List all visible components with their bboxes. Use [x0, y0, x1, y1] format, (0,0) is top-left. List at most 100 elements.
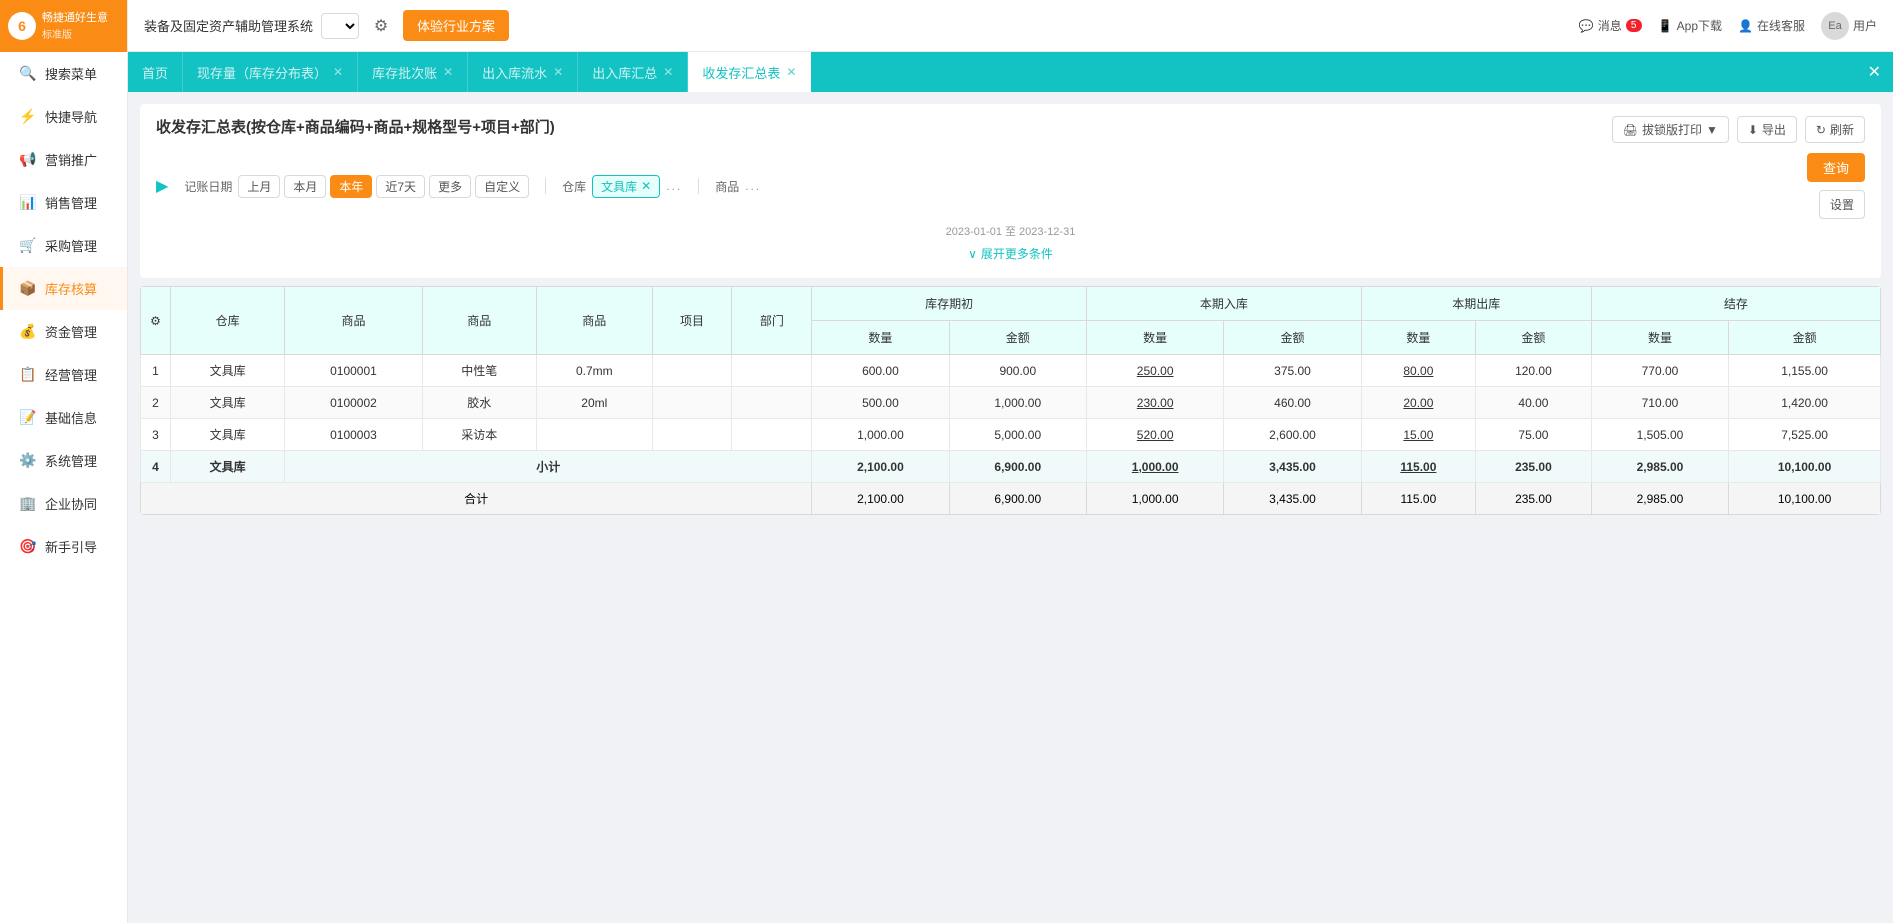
tab-receipt-summary[interactable]: 收发存汇总表 ✕ [688, 52, 811, 92]
warehouse-filter-label: 仓库 [562, 178, 586, 195]
table-settings-header[interactable]: ⚙ [141, 287, 171, 355]
sidebar-item-purchase[interactable]: 🛒 采购管理 [0, 224, 127, 267]
row-in-qty[interactable]: 520.00 [1086, 419, 1223, 451]
app-download-button[interactable]: 📱 App下载 [1658, 17, 1722, 34]
sidebar-item-guide[interactable]: 🎯 新手引导 [0, 525, 127, 568]
row-warehouse: 文具库 [171, 387, 285, 419]
table-header-dept: 部门 [732, 287, 812, 355]
data-table: ⚙ 仓库 商品 商品 商品 项目 部门 库存期初 本期入库 本期出库 结存 数量 [140, 286, 1881, 515]
sidebar-item-finance[interactable]: 💰 资金管理 [0, 310, 127, 353]
sidebar-logo: 6 畅捷通好生意 标准版 [0, 0, 127, 52]
goods-filter-group: 商品 ... [715, 178, 761, 195]
sidebar-item-label: 系统管理 [45, 451, 97, 470]
row-in-qty[interactable]: 250.00 [1086, 355, 1223, 387]
date-btn-this-month[interactable]: 本月 [284, 175, 326, 198]
refresh-button[interactable]: ↻ 刷新 [1805, 116, 1865, 143]
row-out-qty[interactable]: 20.00 [1361, 387, 1475, 419]
date-filter-group: 记账日期 上月 本月 本年 近7天 更多 自定义 [184, 175, 529, 198]
sidebar-item-inventory[interactable]: 📦 库存核算 [0, 267, 127, 310]
tab-home-label: 首页 [142, 63, 168, 82]
sidebar-item-enterprise[interactable]: 🏢 企业协同 [0, 482, 127, 525]
refresh-label: 刷新 [1830, 121, 1854, 138]
gear-button[interactable]: ⚙ [367, 12, 395, 40]
subtotal-open-qty: 2,100.00 [812, 451, 949, 483]
table-row: 2 文具库 0100002 胶水 20ml 500.00 1,000.00 23… [141, 387, 1881, 419]
filter-arrow[interactable]: ▶ [156, 176, 168, 196]
row-open-amt: 1,000.00 [949, 387, 1086, 419]
table-subheader-bal-amt: 金额 [1729, 321, 1881, 355]
row-name: 采访本 [422, 419, 536, 451]
tab-batch-close[interactable]: ✕ [443, 65, 453, 79]
row-project [652, 419, 732, 451]
date-btn-last-month[interactable]: 上月 [238, 175, 280, 198]
warehouse-tag-close[interactable]: ✕ [641, 179, 651, 193]
message-label: 消息 [1598, 17, 1622, 34]
trial-button[interactable]: 体验行业方案 [403, 10, 509, 41]
row-out-amt: 40.00 [1476, 387, 1592, 419]
table-subheader-out-qty: 数量 [1361, 321, 1475, 355]
tab-summary[interactable]: 出入库汇总 ✕ [578, 52, 688, 92]
tab-summary-close[interactable]: ✕ [663, 65, 673, 79]
table-subheader-open-qty: 数量 [812, 321, 949, 355]
set-button[interactable]: 设置 [1819, 190, 1865, 219]
user-menu[interactable]: Ea 用户 [1821, 12, 1877, 40]
goods-more-dots[interactable]: ... [745, 179, 761, 193]
subtotal-out-qty[interactable]: 115.00 [1361, 451, 1475, 483]
sidebar-item-search[interactable]: 🔍 搜索菜单 [0, 52, 127, 95]
expand-filter-button[interactable]: ∨ 展开更多条件 [968, 245, 1053, 262]
tab-flow[interactable]: 出入库流水 ✕ [468, 52, 578, 92]
system-dropdown[interactable] [321, 13, 359, 39]
sidebar-item-operation[interactable]: 📋 经营管理 [0, 353, 127, 396]
total-open-qty: 2,100.00 [812, 483, 949, 515]
print-button[interactable]: 🖨 拔锁版打印 ▼ [1612, 116, 1729, 143]
table-header-project: 项目 [652, 287, 732, 355]
row-in-qty[interactable]: 230.00 [1086, 387, 1223, 419]
table-subheader-open-amt: 金额 [949, 321, 1086, 355]
table-subheader-bal-qty: 数量 [1591, 321, 1728, 355]
sidebar-item-system[interactable]: ⚙️ 系统管理 [0, 439, 127, 482]
topbar: 装备及固定资产辅助管理系统 ⚙ 体验行业方案 💬 消息 5 📱 App下载 👤 … [128, 0, 1893, 52]
date-btn-7days[interactable]: 近7天 [376, 175, 425, 198]
date-btn-this-year[interactable]: 本年 [330, 175, 372, 198]
sidebar: 6 畅捷通好生意 标准版 🔍 搜索菜单 ⚡ 快捷导航 📢 营销推广 📊 销售管理… [0, 0, 128, 923]
search-icon: 🔍 [19, 65, 37, 82]
sidebar-item-marketing[interactable]: 📢 营销推广 [0, 138, 127, 181]
row-bal-amt: 7,525.00 [1729, 419, 1881, 451]
topbar-right: 💬 消息 5 📱 App下载 👤 在线客服 Ea 用户 [1579, 12, 1877, 40]
row-warehouse: 文具库 [171, 419, 285, 451]
subtotal-in-amt: 3,435.00 [1224, 451, 1361, 483]
sidebar-item-sales[interactable]: 📊 销售管理 [0, 181, 127, 224]
date-btn-custom[interactable]: 自定义 [475, 175, 529, 198]
sidebar-item-label: 搜索菜单 [45, 64, 97, 83]
table-header-opening: 库存期初 [812, 287, 1087, 321]
tab-home[interactable]: 首页 [128, 52, 183, 92]
row-out-qty[interactable]: 80.00 [1361, 355, 1475, 387]
sidebar-item-label: 资金管理 [45, 322, 97, 341]
query-button[interactable]: 查询 [1807, 153, 1865, 182]
tab-batch[interactable]: 库存批次账 ✕ [358, 52, 468, 92]
warehouse-more-dots[interactable]: ... [666, 179, 682, 193]
date-btn-more[interactable]: 更多 [429, 175, 471, 198]
sales-icon: 📊 [19, 194, 37, 211]
date-filter-label: 记账日期 [184, 178, 232, 195]
expand-icon: ∨ [968, 247, 977, 261]
logo-icon: 6 [8, 12, 36, 40]
total-label: 合计 [141, 483, 812, 515]
row-project [652, 355, 732, 387]
message-button[interactable]: 💬 消息 5 [1579, 17, 1642, 34]
tab-receipt-summary-close[interactable]: ✕ [786, 65, 796, 79]
tabbar-close-all[interactable]: ✕ [1856, 62, 1893, 82]
subtotal-in-qty[interactable]: 1,000.00 [1086, 451, 1223, 483]
tab-flow-close[interactable]: ✕ [553, 65, 563, 79]
print-dropdown-icon: ▼ [1706, 123, 1718, 137]
user-label: 用户 [1853, 17, 1877, 34]
sidebar-item-basic[interactable]: 📝 基础信息 [0, 396, 127, 439]
export-button[interactable]: ⬇ 导出 [1737, 116, 1797, 143]
app-download-label: App下载 [1677, 17, 1722, 34]
online-service-button[interactable]: 👤 在线客服 [1738, 17, 1805, 34]
tab-stock-dist[interactable]: 现存量（库存分布表） ✕ [183, 52, 358, 92]
row-out-qty[interactable]: 15.00 [1361, 419, 1475, 451]
sidebar-item-quick-nav[interactable]: ⚡ 快捷导航 [0, 95, 127, 138]
table-row: 3 文具库 0100003 采访本 1,000.00 5,000.00 520.… [141, 419, 1881, 451]
tab-stock-dist-close[interactable]: ✕ [333, 65, 343, 79]
